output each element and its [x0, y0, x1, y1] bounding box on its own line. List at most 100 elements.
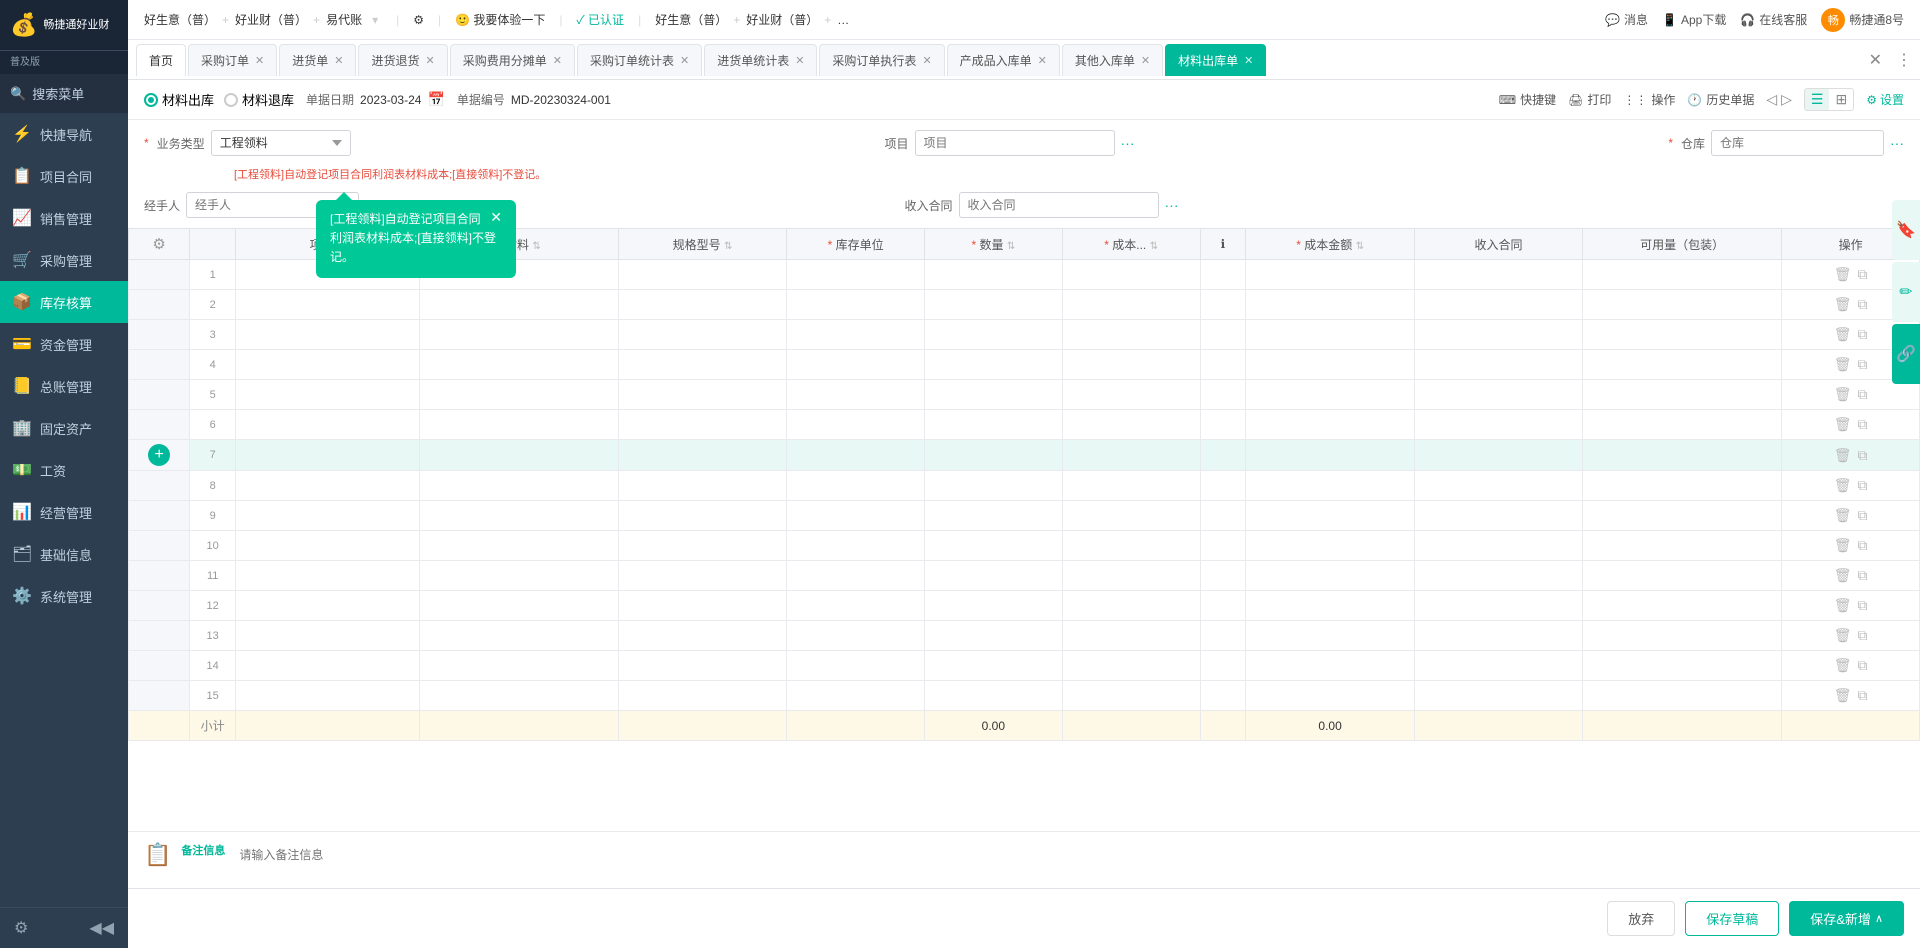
nav-next[interactable]: ▷ — [1781, 91, 1792, 108]
table-cell[interactable] — [924, 651, 1062, 681]
tab-close-其他入库单[interactable]: ✕ — [1141, 54, 1150, 67]
table-cell[interactable] — [419, 681, 618, 711]
col-规格型号[interactable]: 规格型号 ⇅ — [618, 229, 786, 260]
print-btn[interactable]: 🖨 打印 — [1568, 91, 1611, 108]
table-cell[interactable] — [1062, 350, 1200, 380]
table-cell[interactable] — [787, 350, 925, 380]
table-cell[interactable] — [787, 440, 925, 471]
active-row-project-input[interactable] — [244, 448, 411, 462]
table-cell[interactable] — [1583, 320, 1782, 350]
table-cell[interactable] — [1200, 531, 1246, 561]
table-cell[interactable] — [1414, 320, 1582, 350]
delete-icon[interactable]: 🗑 — [1834, 266, 1852, 283]
table-cell[interactable] — [1246, 471, 1414, 501]
copy-icon[interactable]: ⧉ — [1857, 657, 1867, 674]
topbar-nav-more[interactable]: … — [837, 13, 849, 27]
sidebar-item-经营管理[interactable]: 📊 经营管理 — [0, 491, 128, 533]
col-sort-材料[interactable]: ⇅ — [532, 241, 540, 252]
settings-icon[interactable]: ⚙ — [14, 918, 28, 938]
table-cell[interactable] — [618, 561, 786, 591]
topbar-app-download[interactable]: 📱 App下载 — [1662, 11, 1726, 28]
table-cell[interactable] — [419, 290, 618, 320]
table-cell[interactable] — [1062, 561, 1200, 591]
table-cell[interactable] — [1414, 440, 1582, 471]
copy-icon[interactable]: ⧉ — [1857, 597, 1867, 614]
table-cell[interactable] — [1414, 651, 1582, 681]
table-cell[interactable] — [618, 591, 786, 621]
tab-首页[interactable]: 首页 — [136, 44, 186, 76]
col-settings[interactable]: ⚙ — [129, 229, 190, 260]
table-cell[interactable] — [419, 380, 618, 410]
table-cell[interactable] — [787, 651, 925, 681]
table-cell[interactable] — [924, 260, 1062, 290]
delete-icon[interactable]: 🗑 — [1834, 507, 1852, 524]
tab-close-进货退货[interactable]: ✕ — [426, 54, 435, 67]
sidebar-item-总账管理[interactable]: 📒 总账管理 — [0, 365, 128, 407]
table-cell[interactable] — [236, 681, 420, 711]
table-cell[interactable] — [787, 260, 925, 290]
table-cell[interactable] — [1246, 501, 1414, 531]
table-cell[interactable] — [1246, 350, 1414, 380]
table-cell[interactable] — [1414, 380, 1582, 410]
active-row-material-input[interactable] — [428, 448, 610, 462]
project-input[interactable] — [915, 130, 1115, 156]
table-cell[interactable] — [1246, 290, 1414, 320]
table-cell[interactable] — [787, 320, 925, 350]
table-cell[interactable] — [618, 531, 786, 561]
table-cell[interactable] — [924, 350, 1062, 380]
table-cell[interactable] — [618, 501, 786, 531]
tab-more[interactable]: ⋮ — [1896, 50, 1912, 70]
table-cell[interactable] — [419, 501, 618, 531]
sidebar-item-基础信息[interactable]: 🗂 基础信息 — [0, 533, 128, 575]
table-cell[interactable] — [787, 471, 925, 501]
copy-icon[interactable]: ⧉ — [1857, 507, 1867, 524]
save-new-button[interactable]: 保存&新增 ∧ — [1789, 901, 1904, 936]
col-sort-数量[interactable]: ⇅ — [1007, 241, 1015, 252]
tab-采购费用分摊单[interactable]: 采购费用分摊单 ✕ — [450, 44, 575, 76]
right-icon-link[interactable]: 🔗 — [1892, 324, 1920, 384]
table-cell[interactable] — [419, 651, 618, 681]
table-cell[interactable] — [618, 440, 786, 471]
sidebar-item-项目合同[interactable]: 📋 项目合同 — [0, 155, 128, 197]
table-cell[interactable] — [236, 651, 420, 681]
col-sort-规格[interactable]: ⇅ — [724, 241, 732, 252]
table-cell[interactable] — [1200, 380, 1246, 410]
table-cell[interactable] — [618, 681, 786, 711]
table-cell[interactable] — [1246, 591, 1414, 621]
table-cell[interactable] — [1583, 290, 1782, 320]
table-cell[interactable] — [1414, 501, 1582, 531]
table-cell[interactable] — [1246, 320, 1414, 350]
copy-icon[interactable]: ⧉ — [1857, 266, 1867, 283]
tab-close-采购订单[interactable]: ✕ — [255, 54, 264, 67]
tab-close-进货单[interactable]: ✕ — [334, 54, 343, 67]
table-cell[interactable] — [1414, 561, 1582, 591]
tooltip-close[interactable]: ✕ — [490, 210, 502, 224]
income-contract-input[interactable] — [959, 192, 1159, 218]
table-cell[interactable] — [1200, 471, 1246, 501]
table-cell[interactable] — [419, 531, 618, 561]
table-cell[interactable] — [1583, 501, 1782, 531]
table-cell[interactable] — [1200, 410, 1246, 440]
copy-icon[interactable]: ⧉ — [1857, 356, 1867, 373]
right-icon-bookmark[interactable]: 🔖 — [1892, 200, 1920, 260]
radio-材料出库[interactable]: 材料出库 — [144, 90, 214, 109]
table-cell[interactable] — [1062, 380, 1200, 410]
remarks-input[interactable] — [235, 842, 1904, 878]
table-cell[interactable] — [236, 380, 420, 410]
table-cell[interactable] — [1200, 350, 1246, 380]
table-cell[interactable] — [1246, 260, 1414, 290]
table-cell[interactable] — [1200, 591, 1246, 621]
tab-close-产成品入库单[interactable]: ✕ — [1038, 54, 1047, 67]
table-cell[interactable] — [787, 380, 925, 410]
table-cell[interactable] — [618, 260, 786, 290]
col-可用量[interactable]: 可用量（包装） — [1583, 229, 1782, 260]
operation-btn[interactable]: ⋮⋮ 操作 — [1623, 91, 1675, 108]
table-cell[interactable] — [419, 621, 618, 651]
table-cell[interactable] — [1414, 621, 1582, 651]
table-cell[interactable] — [236, 290, 420, 320]
table-cell[interactable] — [1062, 651, 1200, 681]
table-cell[interactable] — [1246, 380, 1414, 410]
table-cell[interactable] — [419, 350, 618, 380]
copy-icon[interactable]: ⧉ — [1857, 537, 1867, 554]
table-cell[interactable] — [1062, 621, 1200, 651]
